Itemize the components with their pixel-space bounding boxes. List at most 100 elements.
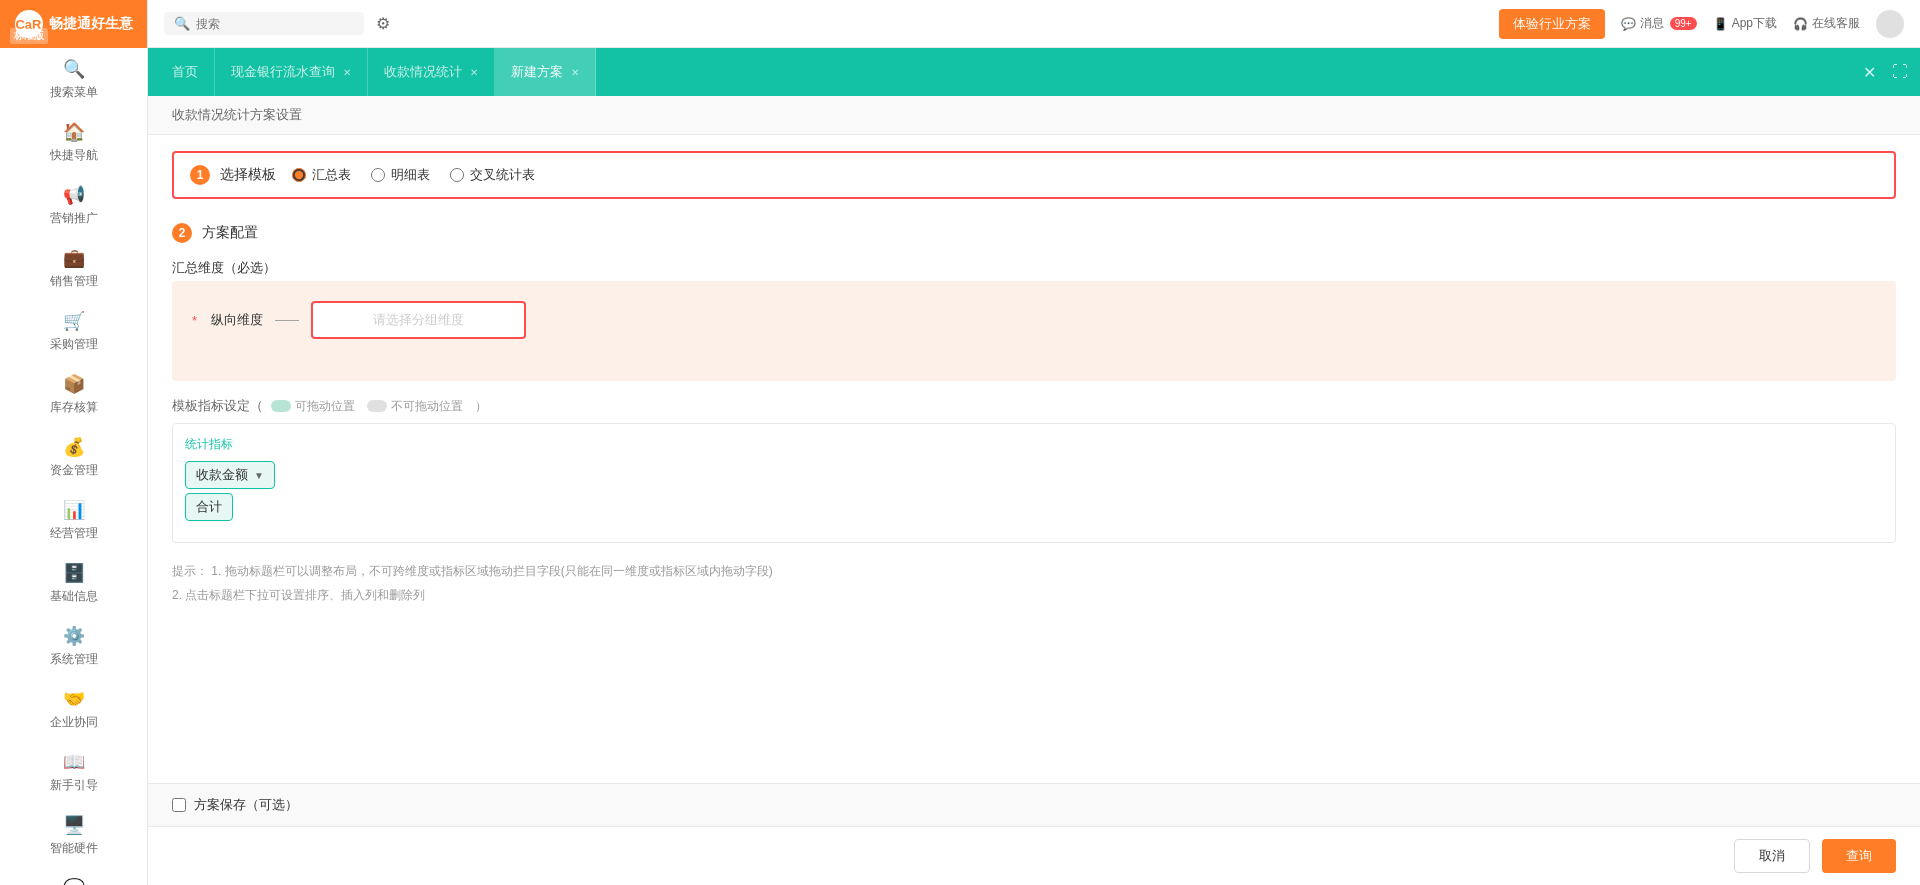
system-icon: ⚙️ xyxy=(63,625,85,647)
sidebar-item-sales[interactable]: 💼 销售管理 xyxy=(0,237,147,300)
template-section: 1 选择模板 汇总表 明细表 交叉统计表 xyxy=(172,151,1896,199)
radio-detail-input[interactable] xyxy=(371,168,385,182)
sidebar-item-wechat[interactable]: 💬 企业微信 xyxy=(0,867,147,885)
sidebar-item-finance[interactable]: 💰 资金管理 xyxy=(0,426,147,489)
sidebar-item-business[interactable]: 📊 经营管理 xyxy=(0,489,147,552)
indicator-label-text: 模板指标设定（ xyxy=(172,397,263,415)
dimension-select[interactable]: 请选择分组维度 xyxy=(311,301,526,339)
radio-summary-input[interactable] xyxy=(292,168,306,182)
query-button[interactable]: 查询 xyxy=(1822,839,1896,873)
search-icon: 🔍 xyxy=(174,16,190,31)
tag-dropdown-icon[interactable]: ▼ xyxy=(254,470,264,481)
stat-subtag-total[interactable]: 合计 xyxy=(185,493,233,521)
radio-cross-input[interactable] xyxy=(450,168,464,182)
service-btn[interactable]: 🎧 在线客服 xyxy=(1793,15,1860,32)
sales-icon: 💼 xyxy=(63,247,85,269)
radio-detail-label: 明细表 xyxy=(391,166,430,184)
tab-cashflow-close[interactable]: ✕ xyxy=(343,67,351,78)
basics-icon: 🗄️ xyxy=(63,562,85,584)
radio-detail[interactable]: 明细表 xyxy=(371,166,430,184)
breadcrumb: 收款情况统计方案设置 xyxy=(148,96,1920,135)
draggable-dot xyxy=(271,400,291,412)
sidebar-item-guide[interactable]: 📖 新手引导 xyxy=(0,741,147,804)
wechat-icon: 💬 xyxy=(63,877,85,885)
sidebar-item-label: 企业协同 xyxy=(50,714,98,731)
stat-label: 统计指标 xyxy=(185,436,1883,453)
sidebar-item-purchase[interactable]: 🛒 采购管理 xyxy=(0,300,147,363)
collab-icon: 🤝 xyxy=(63,688,85,710)
hint-draggable: 可拖动位置 xyxy=(271,398,355,415)
sidebar-item-basics[interactable]: 🗄️ 基础信息 xyxy=(0,552,147,615)
sidebar-item-inventory[interactable]: 📦 库存核算 xyxy=(0,363,147,426)
sidebar-item-system[interactable]: ⚙️ 系统管理 xyxy=(0,615,147,678)
sidebar-item-search[interactable]: 🔍 搜索菜单 xyxy=(0,48,147,111)
page-content: 收款情况统计方案设置 1 选择模板 汇总表 明细表 xyxy=(148,96,1920,826)
step1-title: 选择模板 xyxy=(220,166,276,184)
step1-number: 1 xyxy=(190,165,210,185)
download-btn[interactable]: 📱 App下载 xyxy=(1713,15,1777,32)
tab-newplan[interactable]: 新建方案 ✕ xyxy=(495,48,596,96)
sidebar-item-label: 快捷导航 xyxy=(50,147,98,164)
save-plan-checkbox[interactable] xyxy=(172,798,186,812)
tab-newplan-label: 新建方案 xyxy=(511,63,563,81)
tip1: 提示： 1. 拖动标题栏可以调整布局，不可跨维度或指标区域拖动拦目字段(只能在同… xyxy=(172,559,1896,583)
dimension-row: * 纵向维度 —— 请选择分组维度 xyxy=(192,301,1876,339)
app-name: 畅捷通好生意 xyxy=(49,15,133,33)
tab-bar: 首页 现金银行流水查询 ✕ 收款情况统计 ✕ 新建方案 ✕ ✕ ⛶ xyxy=(148,48,1920,96)
sidebar-item-hardware[interactable]: 🖥️ 智能硬件 xyxy=(0,804,147,867)
radio-cross[interactable]: 交叉统计表 xyxy=(450,166,535,184)
tab-maximize-btn[interactable]: ⛶ xyxy=(1888,59,1912,85)
dimension-area: * 纵向维度 —— 请选择分组维度 xyxy=(172,281,1896,381)
main-content: 🔍 ⚙ 体验行业方案 💬 消息 99+ 📱 App下载 🎧 在线客服 首页 xyxy=(148,0,1920,885)
search-box[interactable]: 🔍 xyxy=(164,12,364,35)
radio-summary-label: 汇总表 xyxy=(312,166,351,184)
industry-btn[interactable]: 体验行业方案 xyxy=(1499,9,1605,39)
settings-icon[interactable]: ⚙ xyxy=(376,14,390,33)
sidebar-logo: CaR 畅捷通好生意 标准版 xyxy=(0,0,147,48)
tab-home[interactable]: 首页 xyxy=(156,48,215,96)
nondraggable-dot xyxy=(367,400,387,412)
finance-icon: 💰 xyxy=(63,436,85,458)
message-btn[interactable]: 💬 消息 99+ xyxy=(1621,15,1697,32)
home-icon: 🏠 xyxy=(63,121,85,143)
tab-home-label: 首页 xyxy=(172,63,198,81)
tab-cashflow[interactable]: 现金银行流水查询 ✕ xyxy=(215,48,368,96)
business-icon: 📊 xyxy=(63,499,85,521)
user-avatar[interactable] xyxy=(1876,10,1904,38)
purchase-icon: 🛒 xyxy=(63,310,85,332)
page-body: 1 选择模板 汇总表 明细表 交叉统计表 xyxy=(148,135,1920,783)
message-badge: 99+ xyxy=(1670,17,1697,30)
tab-minimize-btn[interactable]: ✕ xyxy=(1859,59,1880,86)
step2-number: 2 xyxy=(172,223,192,243)
tab-cashflow-label: 现金银行流水查询 xyxy=(231,63,335,81)
message-icon: 💬 xyxy=(1621,17,1636,31)
sidebar-item-label: 新手引导 xyxy=(50,777,98,794)
tab-collection-label: 收款情况统计 xyxy=(384,63,462,81)
sidebar-item-marketing[interactable]: 📢 营销推广 xyxy=(0,174,147,237)
template-radio-group: 汇总表 明细表 交叉统计表 xyxy=(292,166,535,184)
stat-subtag-total-label: 合计 xyxy=(196,498,222,516)
search-input[interactable] xyxy=(196,17,354,31)
step2-title: 方案配置 xyxy=(202,224,258,242)
sidebar-item-quicknav[interactable]: 🏠 快捷导航 xyxy=(0,111,147,174)
guide-icon: 📖 xyxy=(63,751,85,773)
page-footer: 方案保存（可选） xyxy=(148,783,1920,826)
tab-newplan-close[interactable]: ✕ xyxy=(571,67,579,78)
tab-collection-close[interactable]: ✕ xyxy=(470,67,478,78)
action-bar: 取消 查询 xyxy=(148,826,1920,885)
stat-tag-amount[interactable]: 收款金额 ▼ xyxy=(185,461,275,489)
sidebar-item-collab[interactable]: 🤝 企业协同 xyxy=(0,678,147,741)
radio-summary[interactable]: 汇总表 xyxy=(292,166,351,184)
search-icon: 🔍 xyxy=(63,58,85,80)
hint-nondraggable: 不可拖动位置 xyxy=(367,398,463,415)
dimension-placeholder: 请选择分组维度 xyxy=(373,312,464,327)
sidebar-nav: 🔍 搜索菜单 🏠 快捷导航 📢 营销推广 💼 销售管理 🛒 采购管理 📦 库存核… xyxy=(0,48,147,885)
cancel-button[interactable]: 取消 xyxy=(1734,839,1810,873)
sidebar-item-label: 搜索菜单 xyxy=(50,84,98,101)
indicator-section: 模板指标设定（ 可拖动位置 不可拖动位置 ） xyxy=(172,397,1896,543)
tab-collection[interactable]: 收款情况统计 ✕ xyxy=(368,48,495,96)
indicator-hint: 可拖动位置 不可拖动位置 ） xyxy=(271,398,487,415)
stat-tags: 收款金额 ▼ 合计 xyxy=(185,461,1883,525)
message-label: 消息 xyxy=(1640,15,1664,32)
vertical-dimension-label: 纵向维度 xyxy=(211,311,263,329)
